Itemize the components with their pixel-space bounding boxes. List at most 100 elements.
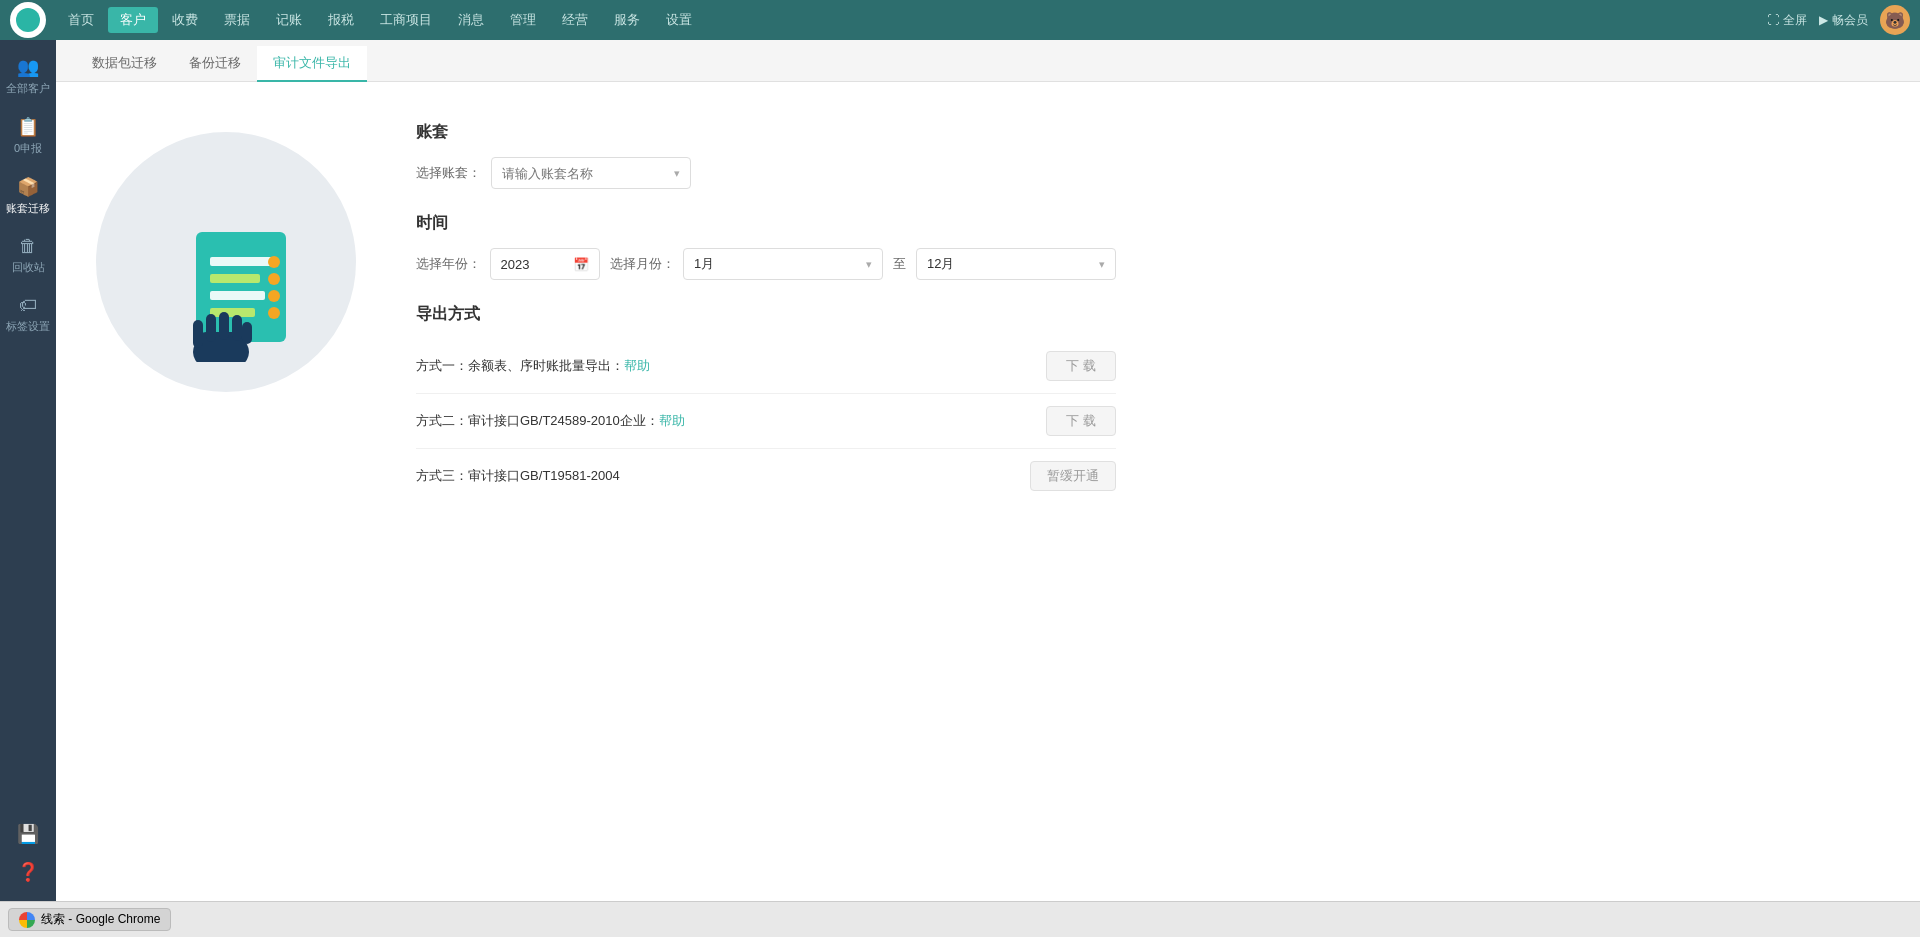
taskbar-item-label: 线索 - Google Chrome bbox=[41, 911, 160, 928]
nav-item-management[interactable]: 管理 bbox=[498, 7, 548, 33]
video-icon: ▶ bbox=[1819, 13, 1828, 27]
method3-label: 方式三：审计接口GB/T19581-2004 bbox=[416, 467, 620, 485]
svg-rect-12 bbox=[206, 314, 216, 342]
sidebar-item-label: 全部客户 bbox=[6, 81, 50, 96]
nav-item-billing[interactable]: 收费 bbox=[160, 7, 210, 33]
export-method-2: 方式二：审计接口GB/T24589-2010企业：帮助 下 载 bbox=[416, 394, 1116, 449]
sidebar-item-label: 标签设置 bbox=[6, 319, 50, 334]
month-end-value: 12月 bbox=[927, 255, 954, 273]
svg-point-7 bbox=[268, 290, 280, 302]
sidebar-item-label: 0申报 bbox=[14, 141, 42, 156]
nav-item-home[interactable]: 首页 bbox=[56, 7, 106, 33]
account-select[interactable]: ▾ bbox=[491, 157, 691, 189]
month-start-value: 1月 bbox=[694, 255, 714, 273]
month-start-select[interactable]: 1月 ▾ bbox=[683, 248, 883, 280]
illustration-side bbox=[96, 112, 356, 871]
account-label: 选择账套： bbox=[416, 164, 481, 182]
method1-label: 方式一：余额表、序时账批量导出：帮助 bbox=[416, 357, 650, 375]
svg-rect-1 bbox=[210, 257, 272, 266]
nav-item-tax[interactable]: 报税 bbox=[316, 7, 366, 33]
svg-rect-11 bbox=[193, 320, 203, 348]
export-section-title: 导出方式 bbox=[416, 304, 1116, 325]
svg-rect-4 bbox=[210, 308, 255, 317]
method2-label: 方式二：审计接口GB/T24589-2010企业：帮助 bbox=[416, 412, 685, 430]
sidebar-item-label: 回收站 bbox=[12, 260, 45, 275]
account-input[interactable] bbox=[502, 166, 674, 181]
illustration-svg bbox=[136, 162, 316, 362]
nav-item-business[interactable]: 工商项目 bbox=[368, 7, 444, 33]
tab-audit-export[interactable]: 审计文件导出 bbox=[257, 46, 367, 82]
year-value: 2023 bbox=[501, 257, 530, 272]
separator: 至 bbox=[893, 255, 906, 273]
chevron-down-icon: ▾ bbox=[674, 167, 680, 180]
chevron-down-icon-2: ▾ bbox=[866, 258, 872, 271]
method2-help-link[interactable]: 帮助 bbox=[659, 413, 685, 428]
export-method-1: 方式一：余额表、序时账批量导出：帮助 下 载 bbox=[416, 339, 1116, 394]
account-section-title: 账套 bbox=[416, 122, 1116, 143]
tab-backup-migration[interactable]: 备份迁移 bbox=[173, 46, 257, 82]
app-logo bbox=[10, 2, 46, 38]
taskbar: 线索 - Google Chrome bbox=[0, 901, 1920, 937]
method2-download-btn[interactable]: 下 载 bbox=[1046, 406, 1116, 436]
sidebar-item-download[interactable]: 💾 bbox=[2, 815, 54, 853]
all-customers-icon: 👥 bbox=[17, 56, 39, 78]
svg-point-6 bbox=[268, 273, 280, 285]
recycle-icon: 🗑 bbox=[19, 236, 37, 257]
chevron-down-icon-3: ▾ bbox=[1099, 258, 1105, 271]
fullscreen-btn[interactable]: ⛶ 全屏 bbox=[1767, 12, 1807, 29]
download-icon: 💾 bbox=[17, 823, 39, 845]
top-nav-right: ⛶ 全屏 ▶ 畅会员 🐻 bbox=[1767, 5, 1910, 35]
time-form-row: 选择年份： 2023 📅 选择月份： 1月 ▾ 至 12月 ▾ bbox=[416, 248, 1116, 280]
nav-item-settings[interactable]: 设置 bbox=[654, 7, 704, 33]
main-layout: 👥全部客户📋0申报📦账套迁移🗑回收站🏷标签设置💾❓ 数据包迁移备份迁移审计文件导… bbox=[0, 40, 1920, 901]
sidebar-item-zero-declaration[interactable]: 📋 0申报 bbox=[2, 108, 54, 164]
sidebar: 👥全部客户📋0申报📦账套迁移🗑回收站🏷标签设置💾❓ bbox=[0, 40, 56, 901]
nav-items: 首页客户收费票据记账报税工商项目消息管理经营服务设置 bbox=[56, 7, 1767, 33]
nav-item-invoices[interactable]: 票据 bbox=[212, 7, 262, 33]
nav-item-operations[interactable]: 经营 bbox=[550, 7, 600, 33]
account-form-row: 选择账套： ▾ bbox=[416, 157, 1116, 189]
year-input-wrap[interactable]: 2023 📅 bbox=[490, 248, 600, 280]
sidebar-item-label: 账套迁移 bbox=[6, 201, 50, 216]
account-migration-icon: 📦 bbox=[17, 176, 39, 198]
nav-item-messages[interactable]: 消息 bbox=[446, 7, 496, 33]
fullscreen-icon: ⛶ bbox=[1767, 13, 1779, 27]
top-nav: 首页客户收费票据记账报税工商项目消息管理经营服务设置 ⛶ 全屏 ▶ 畅会员 🐻 bbox=[0, 0, 1920, 40]
sidebar-item-tag-settings[interactable]: 🏷 标签设置 bbox=[2, 287, 54, 342]
chrome-icon bbox=[19, 912, 35, 928]
export-method-3: 方式三：审计接口GB/T19581-2004 暂缓开通 bbox=[416, 449, 1116, 503]
taskbar-chrome-item[interactable]: 线索 - Google Chrome bbox=[8, 908, 171, 931]
content-area: 数据包迁移备份迁移审计文件导出 bbox=[56, 40, 1920, 901]
sidebar-item-recycle[interactable]: 🗑 回收站 bbox=[2, 228, 54, 283]
tabs-bar: 数据包迁移备份迁移审计文件导出 bbox=[56, 40, 1920, 82]
svg-rect-14 bbox=[232, 315, 242, 341]
sidebar-item-all-customers[interactable]: 👥 全部客户 bbox=[2, 48, 54, 104]
illustration-circle bbox=[96, 132, 356, 392]
month-end-select[interactable]: 12月 ▾ bbox=[916, 248, 1116, 280]
user-avatar[interactable]: 🐻 bbox=[1880, 5, 1910, 35]
svg-rect-2 bbox=[210, 274, 260, 283]
sidebar-bottom: 💾❓ bbox=[2, 815, 54, 891]
svg-point-5 bbox=[268, 256, 280, 268]
method1-download-btn[interactable]: 下 载 bbox=[1046, 351, 1116, 381]
time-section-title: 时间 bbox=[416, 213, 1116, 234]
zero-declaration-icon: 📋 bbox=[17, 116, 39, 138]
page-content: 账套 选择账套： ▾ 时间 选择年份： 2023 📅 选择月份 bbox=[56, 82, 1920, 901]
nav-item-services[interactable]: 服务 bbox=[602, 7, 652, 33]
method3-coming-soon-btn[interactable]: 暂缓开通 bbox=[1030, 461, 1116, 491]
svg-rect-15 bbox=[242, 322, 252, 344]
help-icon: ❓ bbox=[17, 861, 39, 883]
method1-help-link[interactable]: 帮助 bbox=[624, 358, 650, 373]
tab-data-migration[interactable]: 数据包迁移 bbox=[76, 46, 173, 82]
nav-item-customers[interactable]: 客户 bbox=[108, 7, 158, 33]
svg-rect-13 bbox=[219, 312, 229, 340]
svg-point-8 bbox=[268, 307, 280, 319]
sidebar-item-account-migration[interactable]: 📦 账套迁移 bbox=[2, 168, 54, 224]
month-label: 选择月份： bbox=[610, 255, 674, 273]
tag-settings-icon: 🏷 bbox=[19, 295, 37, 316]
nav-item-bookkeeping[interactable]: 记账 bbox=[264, 7, 314, 33]
year-label: 选择年份： bbox=[416, 255, 480, 273]
sidebar-item-help[interactable]: ❓ bbox=[2, 853, 54, 891]
form-side: 账套 选择账套： ▾ 时间 选择年份： 2023 📅 选择月份 bbox=[416, 112, 1116, 871]
member-btn[interactable]: ▶ 畅会员 bbox=[1819, 12, 1868, 29]
